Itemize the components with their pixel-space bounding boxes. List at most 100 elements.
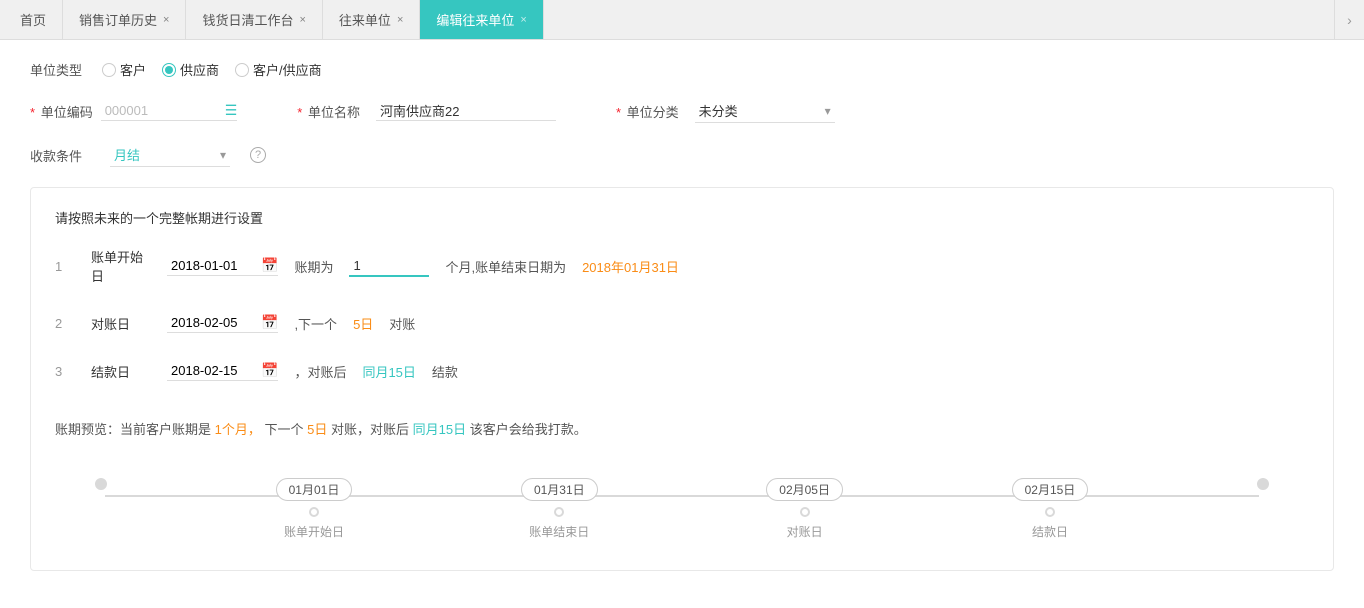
period-pre-3: ，对账后 bbox=[294, 362, 346, 381]
unit-name-star: * bbox=[297, 105, 302, 120]
tab-sales-close[interactable]: × bbox=[163, 14, 169, 26]
tab-edit-partner[interactable]: 编辑往来单位 × bbox=[420, 0, 543, 39]
timeline-node-1: 01月01日 账单开始日 bbox=[276, 478, 353, 540]
tab-edit-partner-label: 编辑往来单位 bbox=[436, 10, 514, 29]
tl-dot-2 bbox=[554, 507, 564, 517]
timeline-node-4: 02月15日 结款日 bbox=[1012, 478, 1089, 540]
radio-supplier[interactable]: 供应商 bbox=[162, 60, 219, 79]
tl-dot-start bbox=[95, 478, 107, 490]
preview-h1: 1个月， bbox=[215, 422, 261, 437]
unit-type-row: 单位类型 客户 供应商 客户/供应商 bbox=[30, 60, 1334, 79]
condition-label-3: 结款日 bbox=[91, 362, 151, 381]
timeline-node-end bbox=[1257, 478, 1269, 540]
timeline-node-2: 01月31日 账单结束日 bbox=[521, 478, 598, 540]
tl-badge-4: 02月15日 bbox=[1012, 478, 1089, 501]
tl-dot-end bbox=[1257, 478, 1269, 490]
preview-h3: 同月15日 bbox=[413, 422, 466, 437]
tl-caption-2: 账单结束日 bbox=[529, 523, 589, 540]
unit-name-label: * 单位名称 bbox=[297, 102, 360, 121]
radio-both-circle bbox=[235, 63, 249, 77]
tab-cash-label: 钱货日清工作台 bbox=[202, 10, 293, 29]
calendar-icon-2[interactable]: 📅 bbox=[261, 314, 278, 331]
section-title: 请按照未来的一个完整帐期进行设置 bbox=[55, 208, 1309, 227]
condition-label-2: 对账日 bbox=[91, 314, 151, 333]
radio-customer-label: 客户 bbox=[120, 60, 146, 79]
radio-customer[interactable]: 客户 bbox=[102, 60, 146, 79]
timeline-node-3: 02月05日 对账日 bbox=[766, 478, 843, 540]
unit-type-radio-group: 客户 供应商 客户/供应商 bbox=[102, 60, 322, 79]
period-input-1[interactable] bbox=[349, 256, 429, 277]
period-highlight-3: 同月15日 bbox=[362, 362, 415, 381]
row-num-2: 2 bbox=[55, 316, 75, 331]
period-post-2: 对账 bbox=[389, 314, 415, 333]
tabs-bar: 首页 销售订单历史 × 钱货日清工作台 × 往来单位 × 编辑往来单位 × › bbox=[0, 0, 1364, 40]
tab-cash-close[interactable]: × bbox=[299, 14, 305, 26]
date-field-3[interactable] bbox=[167, 361, 257, 380]
date-input-2: 📅 bbox=[167, 313, 278, 333]
condition-row-2: 2 对账日 📅 ,下一个 5日 对账 bbox=[55, 313, 1309, 333]
preview-mid: 下一个 bbox=[265, 422, 304, 437]
date-input-3: 📅 bbox=[167, 361, 278, 381]
unit-info-row: * 单位编码 ☰ * 单位名称 * 单位分类 未分类 ▾ bbox=[30, 99, 1334, 123]
unit-name-group: * 单位名称 bbox=[297, 101, 556, 121]
tab-home[interactable]: 首页 bbox=[0, 0, 63, 39]
period-highlight-2: 5日 bbox=[353, 314, 373, 333]
tl-dot-1 bbox=[309, 507, 319, 517]
tab-edit-partner-close[interactable]: × bbox=[520, 14, 526, 26]
date-field-1[interactable] bbox=[167, 256, 257, 275]
preview-mid2: 对账，对账后 bbox=[331, 422, 409, 437]
tab-partner-label: 往来单位 bbox=[339, 10, 391, 29]
unit-code-group: * 单位编码 ☰ bbox=[30, 101, 237, 121]
radio-both[interactable]: 客户/供应商 bbox=[235, 60, 322, 79]
tl-caption-1: 账单开始日 bbox=[284, 523, 344, 540]
payment-section: 请按照未来的一个完整帐期进行设置 1 账单开始日 📅 账期为 个月,账单结束日期… bbox=[30, 187, 1334, 571]
period-post-1: 个月,账单结束日期为 bbox=[445, 257, 566, 276]
tab-arrow[interactable]: › bbox=[1334, 0, 1364, 39]
payment-help-icon[interactable]: ? bbox=[250, 147, 266, 163]
unit-category-group: * 单位分类 未分类 ▾ bbox=[616, 99, 835, 123]
radio-both-label: 客户/供应商 bbox=[253, 60, 322, 79]
date-field-2[interactable] bbox=[167, 313, 257, 332]
unit-category-select[interactable]: 未分类 ▾ bbox=[695, 99, 835, 123]
row-num-1: 1 bbox=[55, 259, 75, 274]
calendar-icon-1[interactable]: 📅 bbox=[261, 257, 278, 274]
tl-caption-4: 结款日 bbox=[1032, 523, 1068, 540]
tl-badge-1: 01月01日 bbox=[276, 478, 353, 501]
timeline-nodes: 01月01日 账单开始日 01月31日 账单结束日 02月05日 对账日 bbox=[95, 478, 1269, 540]
tl-badge-2: 01月31日 bbox=[521, 478, 598, 501]
unit-category-arrow: ▾ bbox=[825, 104, 831, 118]
radio-customer-circle bbox=[102, 63, 116, 77]
tab-partner-close[interactable]: × bbox=[397, 14, 403, 26]
tab-sales-label: 销售订单历史 bbox=[79, 10, 157, 29]
tl-dot-3 bbox=[800, 507, 810, 517]
main-content: 单位类型 客户 供应商 客户/供应商 * 单位编码 bbox=[0, 40, 1364, 608]
tab-cash-work[interactable]: 钱货日清工作台 × bbox=[186, 0, 322, 39]
timeline-wrap: 01月01日 账单开始日 01月31日 账单结束日 02月05日 对账日 bbox=[55, 468, 1309, 550]
period-highlight-1: 2018年01月31日 bbox=[582, 257, 679, 276]
timeline-node-start bbox=[95, 478, 107, 540]
period-pre-1: 账期为 bbox=[294, 257, 333, 276]
unit-code-icon[interactable]: ☰ bbox=[225, 102, 238, 119]
tab-home-label: 首页 bbox=[20, 10, 46, 29]
preview-suffix: 该客户会给我打款。 bbox=[470, 422, 587, 437]
condition-row-1: 1 账单开始日 📅 账期为 个月,账单结束日期为 2018年01月31日 bbox=[55, 247, 1309, 285]
date-input-1: 📅 bbox=[167, 256, 278, 276]
tl-caption-3: 对账日 bbox=[787, 523, 823, 540]
unit-code-input-group: ☰ bbox=[101, 101, 238, 121]
payment-arrow: ▾ bbox=[220, 148, 226, 162]
unit-code-input[interactable] bbox=[101, 101, 221, 120]
period-pre-2: ,下一个 bbox=[294, 314, 337, 333]
tab-partner[interactable]: 往来单位 × bbox=[323, 0, 420, 39]
calendar-icon-3[interactable]: 📅 bbox=[261, 362, 278, 379]
radio-supplier-dot bbox=[165, 66, 173, 74]
tab-sales-history[interactable]: 销售订单历史 × bbox=[63, 0, 186, 39]
condition-label-1: 账单开始日 bbox=[91, 247, 151, 285]
payment-select[interactable]: 月结 ▾ bbox=[110, 143, 230, 167]
preview-h2: 5日 bbox=[307, 422, 327, 437]
radio-supplier-label: 供应商 bbox=[180, 60, 219, 79]
tl-dot-4 bbox=[1045, 507, 1055, 517]
unit-name-input[interactable] bbox=[376, 101, 556, 121]
radio-supplier-circle bbox=[162, 63, 176, 77]
tl-badge-3: 02月05日 bbox=[766, 478, 843, 501]
payment-value: 月结 bbox=[114, 145, 220, 164]
